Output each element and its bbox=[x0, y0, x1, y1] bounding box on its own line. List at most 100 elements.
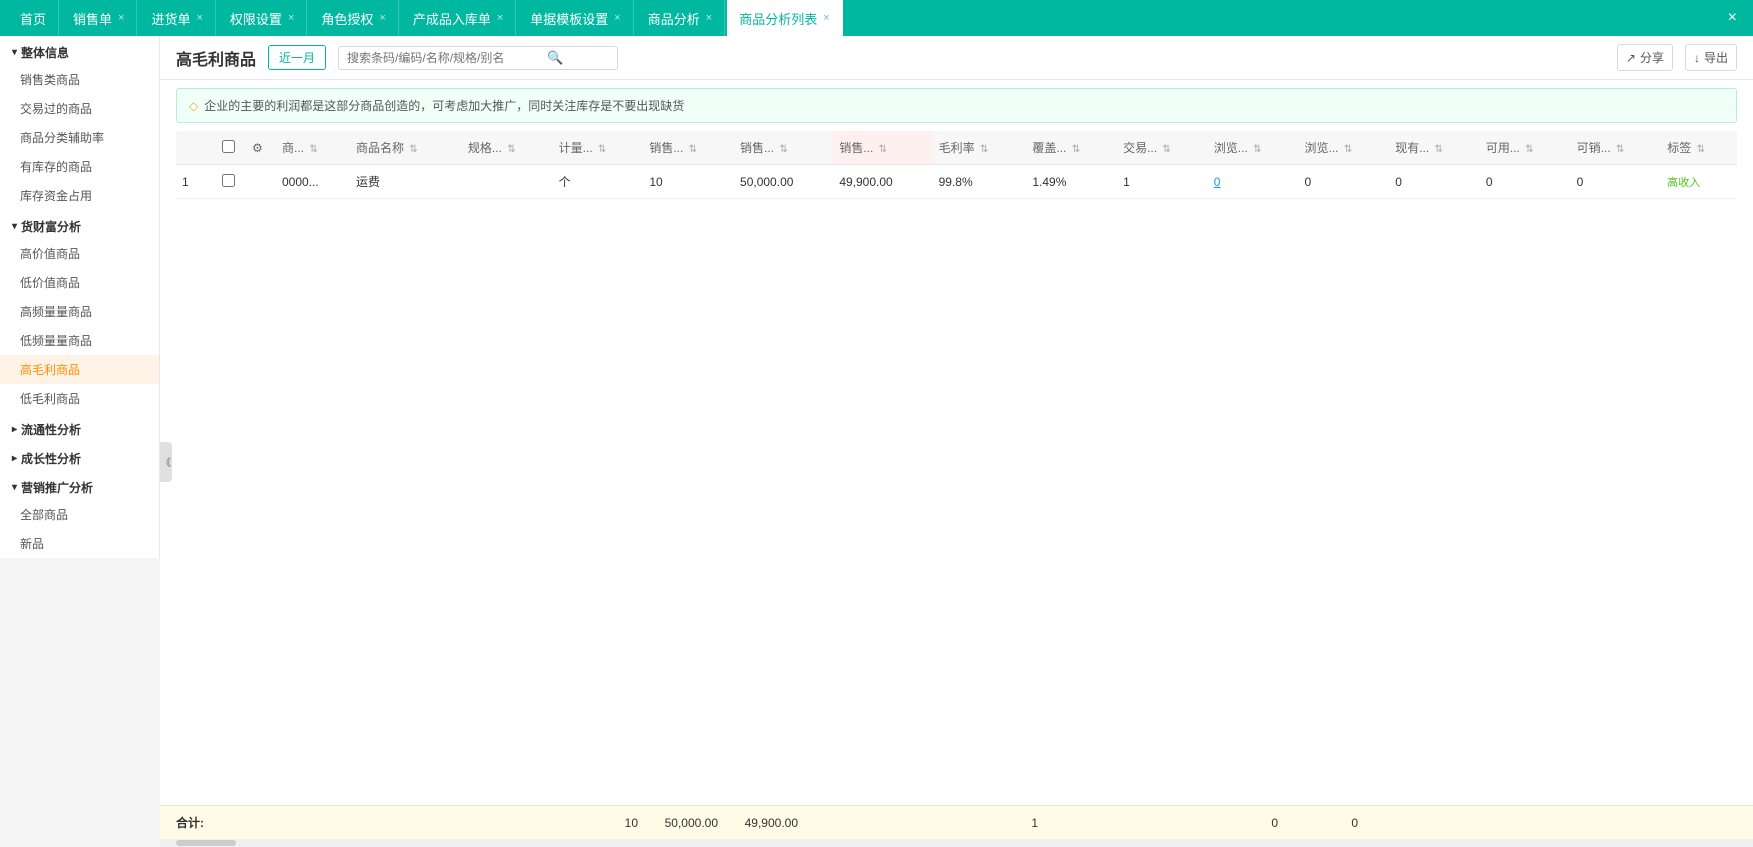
col-browse1[interactable]: 浏览... ⇅ bbox=[1208, 131, 1299, 165]
sidebar-item-low-value[interactable]: 低价值商品 bbox=[0, 268, 159, 297]
cell-saleable: 0 bbox=[1571, 165, 1662, 199]
sidebar-item-traded-goods[interactable]: 交易过的商品 bbox=[0, 94, 159, 123]
horizontal-scrollbar[interactable] bbox=[160, 839, 1753, 847]
tab-close-product-analysis[interactable]: × bbox=[706, 12, 712, 24]
nav-tab-product-analysis-list[interactable]: 商品分析列表× bbox=[727, 0, 842, 36]
col-settings[interactable]: ⚙ bbox=[246, 131, 276, 165]
search-box: 🔍 bbox=[338, 46, 618, 70]
cell-sales-qty: 10 bbox=[643, 165, 734, 199]
share-icon: ↗ bbox=[1626, 51, 1636, 65]
col-sales-profit[interactable]: 销售... ⇅ bbox=[833, 131, 932, 165]
cell-checkbox[interactable] bbox=[216, 165, 246, 199]
footer-totals-row: 合计: 10 50,000.00 49,900.00 1 0 0 bbox=[160, 805, 1753, 839]
sidebar-section-overall[interactable]: ▾整体信息 bbox=[0, 36, 159, 65]
footer-available1: 0 bbox=[1204, 816, 1284, 830]
sidebar-item-stocked-goods[interactable]: 有库存的商品 bbox=[0, 152, 159, 181]
export-button[interactable]: ↓ 导出 bbox=[1685, 44, 1737, 71]
col-tag[interactable]: 标签 ⇅ bbox=[1661, 131, 1737, 165]
nav-tab-purchase[interactable]: 进货单× bbox=[139, 0, 215, 36]
table-container[interactable]: ⚙ 商... ⇅ 商品名称 ⇅ 规格... ⇅ 计量... ⇅ 销售... ⇅ … bbox=[160, 131, 1753, 805]
col-spec[interactable]: 规格... ⇅ bbox=[462, 131, 553, 165]
sidebar-item-stock-capital[interactable]: 库存资金占用 bbox=[0, 181, 159, 210]
col-name[interactable]: 商品名称 ⇅ bbox=[350, 131, 462, 165]
cell-settings bbox=[246, 165, 276, 199]
tab-close-role[interactable]: × bbox=[379, 12, 385, 24]
section-arrow-overall: ▾ bbox=[12, 47, 17, 58]
col-sales-qty[interactable]: 销售... ⇅ bbox=[643, 131, 734, 165]
tab-close-sales[interactable]: × bbox=[118, 12, 124, 24]
nav-tab-product-analysis[interactable]: 商品分析× bbox=[636, 0, 725, 36]
export-icon: ↓ bbox=[1694, 51, 1700, 65]
tab-close-permission[interactable]: × bbox=[288, 12, 294, 24]
sidebar-section-wealth-analysis[interactable]: ▾货财富分析 bbox=[0, 210, 159, 239]
settings-icon[interactable]: ⚙ bbox=[252, 141, 263, 155]
footer-sales-qty: 10 bbox=[564, 816, 644, 830]
col-margin-rate[interactable]: 毛利率 ⇅ bbox=[933, 131, 1027, 165]
section-arrow-wealth-analysis: ▾ bbox=[12, 221, 17, 232]
col-saleable[interactable]: 可销... ⇅ bbox=[1571, 131, 1662, 165]
col-coverage[interactable]: 覆盖... ⇅ bbox=[1026, 131, 1117, 165]
cell-spec bbox=[462, 165, 553, 199]
data-table: ⚙ 商... ⇅ 商品名称 ⇅ 规格... ⇅ 计量... ⇅ 销售... ⇅ … bbox=[176, 131, 1737, 199]
sidebar-item-sales-goods[interactable]: 销售类商品 bbox=[0, 65, 159, 94]
cell-available1: 0 bbox=[1389, 165, 1480, 199]
sidebar-item-high-freq[interactable]: 高频量量商品 bbox=[0, 297, 159, 326]
search-icon[interactable]: 🔍 bbox=[547, 50, 563, 66]
sidebar-section-growth-analysis[interactable]: ▸成长性分析 bbox=[0, 442, 159, 471]
nav-tab-product-entry[interactable]: 产成品入库单× bbox=[401, 0, 516, 36]
cell-browse1[interactable]: 0 bbox=[1208, 165, 1299, 199]
col-browse2[interactable]: 浏览... ⇅ bbox=[1298, 131, 1389, 165]
tab-close-purchase[interactable]: × bbox=[196, 12, 202, 24]
col-available1[interactable]: 现有... ⇅ bbox=[1389, 131, 1480, 165]
cell-coverage: 1.49% bbox=[1026, 165, 1117, 199]
col-checkbox[interactable] bbox=[216, 131, 246, 165]
info-banner: ◇ 企业的主要的利润都是这部分商品创造的，可考虑加大推广，同时关注库存是不要出现… bbox=[176, 88, 1737, 123]
footer-available2: 0 bbox=[1284, 816, 1364, 830]
footer-values: 10 50,000.00 49,900.00 1 0 0 bbox=[224, 816, 1737, 830]
section-arrow-flow-analysis: ▸ bbox=[12, 424, 17, 435]
col-unit[interactable]: 计量... ⇅ bbox=[553, 131, 644, 165]
nav-tab-home[interactable]: 首页 bbox=[8, 0, 59, 36]
footer-label: 合计: bbox=[176, 814, 204, 831]
share-button[interactable]: ↗ 分享 bbox=[1617, 44, 1673, 71]
table-header-row: ⚙ 商... ⇅ 商品名称 ⇅ 规格... ⇅ 计量... ⇅ 销售... ⇅ … bbox=[176, 131, 1737, 165]
sidebar-item-high-margin[interactable]: 高毛利商品 bbox=[0, 355, 159, 384]
cell-sales-amount: 50,000.00 bbox=[734, 165, 833, 199]
tab-close-product-entry[interactable]: × bbox=[497, 12, 503, 24]
select-all-checkbox[interactable] bbox=[222, 140, 235, 153]
footer-trade: 1 bbox=[964, 816, 1044, 830]
row-checkbox[interactable] bbox=[222, 174, 235, 187]
sidebar-item-high-value[interactable]: 高价值商品 bbox=[0, 239, 159, 268]
col-code[interactable]: 商... ⇅ bbox=[276, 131, 350, 165]
col-available2[interactable]: 可用... ⇅ bbox=[1480, 131, 1571, 165]
cell-available2: 0 bbox=[1480, 165, 1571, 199]
search-input[interactable] bbox=[347, 51, 547, 65]
nav-tab-role[interactable]: 角色授权× bbox=[309, 0, 398, 36]
top-navigation: 首页销售单×进货单×权限设置×角色授权×产成品入库单×单据模板设置×商品分析×商… bbox=[0, 0, 1753, 36]
sidebar-item-low-freq[interactable]: 低频量量商品 bbox=[0, 326, 159, 355]
time-filter-button[interactable]: 近一月 bbox=[268, 45, 326, 70]
footer-sales-profit: 49,900.00 bbox=[724, 816, 804, 830]
nav-tab-permission[interactable]: 权限设置× bbox=[218, 0, 307, 36]
cell-browse2: 0 bbox=[1298, 165, 1389, 199]
sidebar-item-new-goods[interactable]: 新品 bbox=[0, 529, 159, 558]
main-layout: ▾整体信息销售类商品交易过的商品商品分类辅助率有库存的商品库存资金占用▾货财富分… bbox=[0, 36, 1753, 847]
scrollbar-thumb[interactable] bbox=[176, 840, 236, 846]
sidebar-item-all-goods[interactable]: 全部商品 bbox=[0, 500, 159, 529]
sidebar-item-low-margin[interactable]: 低毛利商品 bbox=[0, 384, 159, 413]
tab-close-product-analysis-list[interactable]: × bbox=[823, 12, 829, 24]
nav-tab-template[interactable]: 单据模板设置× bbox=[518, 0, 633, 36]
tab-close-template[interactable]: × bbox=[614, 12, 620, 24]
table-row: 1 0000... 运费 个 10 50,000.00 49,900.00 99… bbox=[176, 165, 1737, 199]
col-sales-amount[interactable]: 销售... ⇅ bbox=[734, 131, 833, 165]
sidebar-collapse-button[interactable]: 《 bbox=[160, 442, 172, 482]
sidebar-section-marketing-analysis[interactable]: ▾营销推广分析 bbox=[0, 471, 159, 500]
sidebar-section-flow-analysis[interactable]: ▸流通性分析 bbox=[0, 413, 159, 442]
cell-trade: 1 bbox=[1117, 165, 1208, 199]
col-trade[interactable]: 交易... ⇅ bbox=[1117, 131, 1208, 165]
sidebar-item-goods-analysis[interactable]: 商品分类辅助率 bbox=[0, 123, 159, 152]
cell-unit: 个 bbox=[553, 165, 644, 199]
nav-tab-sales[interactable]: 销售单× bbox=[61, 0, 137, 36]
col-index bbox=[176, 131, 216, 165]
window-close-button[interactable]: × bbox=[1720, 9, 1745, 27]
